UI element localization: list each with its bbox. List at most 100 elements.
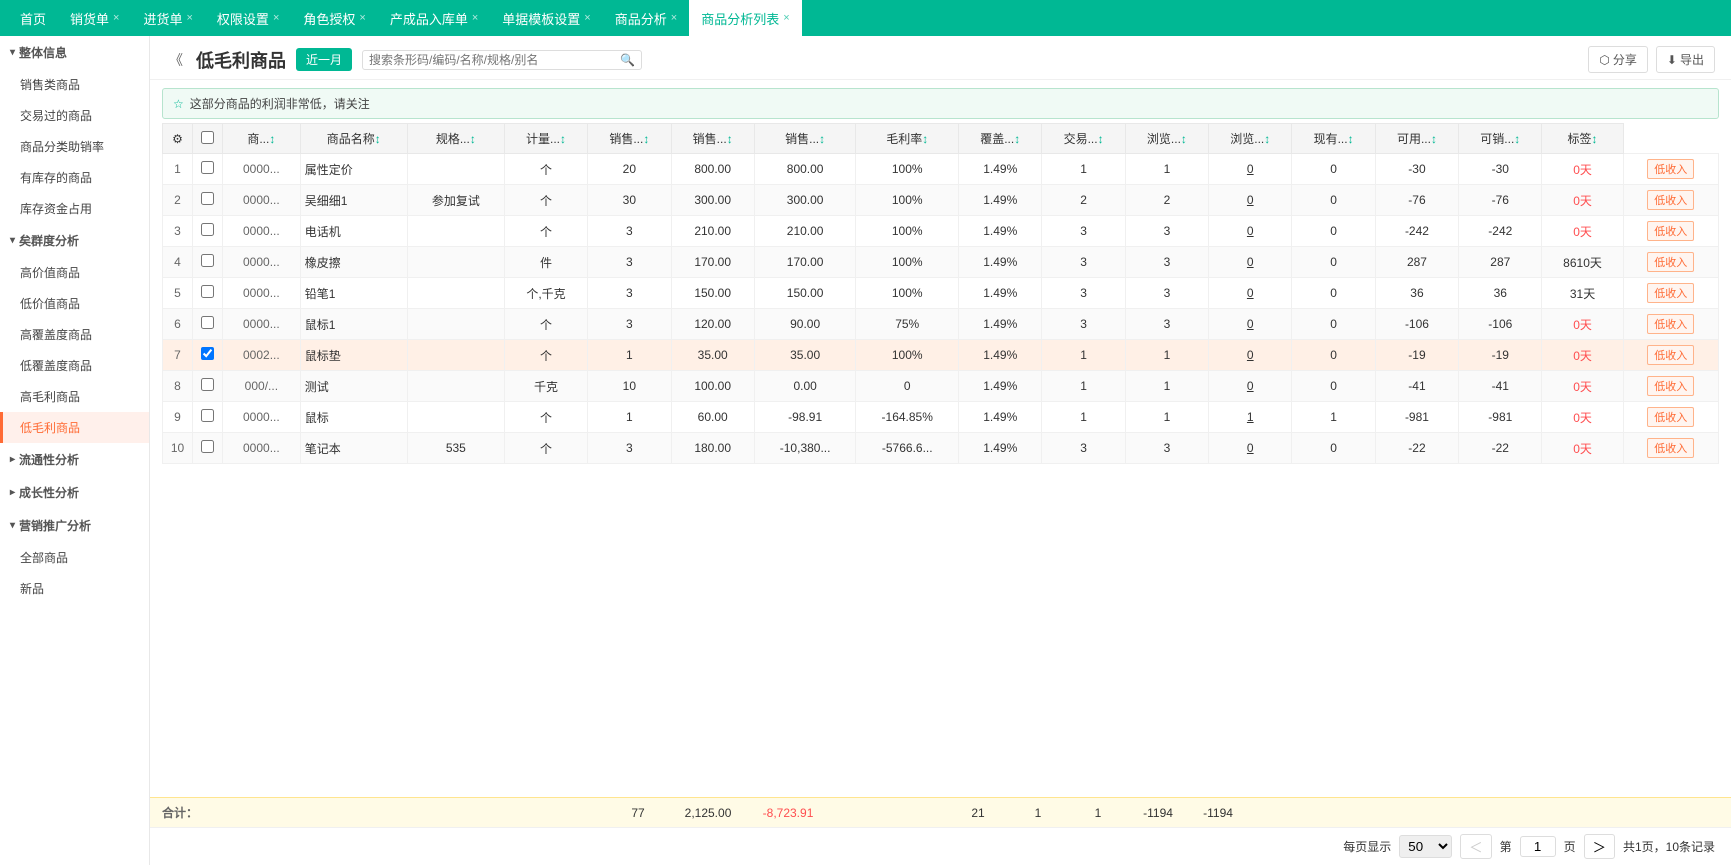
table-row[interactable]: 1 0000... 属性定价 个 20 800.00 800.00 100% 1… [163,154,1719,185]
row-checkbox-9[interactable] [201,440,214,453]
collapse-sidebar-button[interactable]: 《 [166,50,186,70]
row-unit-8: 个 [504,402,587,433]
nav-permission-close[interactable]: × [273,12,279,24]
sidebar-item-low-coverage[interactable]: 低覆盖度商品 [0,350,149,381]
export-button[interactable]: ⬇ 导出 [1656,46,1715,73]
row-browse1-3[interactable]: 0 [1209,247,1292,278]
sidebar-group-marketing[interactable]: ▾ 营销推广分析 [0,509,149,542]
nav-template-setting-close[interactable]: × [584,12,590,24]
sidebar-item-high-margin[interactable]: 高毛利商品 [0,381,149,412]
table-row[interactable]: 3 0000... 电话机 个 3 210.00 210.00 100% 1.4… [163,216,1719,247]
share-button[interactable]: ⬡ 分享 [1588,46,1648,73]
search-input[interactable] [369,53,620,67]
row-name-4[interactable]: 铅笔1 [300,278,407,309]
table-row[interactable]: 2 0000... 吴细细1 参加复试 个 30 300.00 300.00 1… [163,185,1719,216]
row-name-3[interactable]: 橡皮擦 [300,247,407,278]
row-check-8[interactable] [193,402,223,433]
filter-period-button[interactable]: 近一月 [296,48,352,71]
row-browse1-8[interactable]: 1 [1209,402,1292,433]
page-number-input[interactable] [1520,836,1556,857]
row-check-6[interactable] [193,340,223,371]
nav-product-entry[interactable]: 产成品入库单 × [378,0,490,36]
table-row[interactable]: 5 0000... 铅笔1 个,千克 3 150.00 150.00 100% … [163,278,1719,309]
sidebar-item-all-products[interactable]: 全部商品 [0,542,149,573]
next-page-button[interactable]: ＞ [1584,834,1615,859]
per-page-select[interactable]: 50 100 200 [1399,835,1452,858]
row-name-2[interactable]: 电话机 [300,216,407,247]
table-row[interactable]: 4 0000... 橡皮擦 件 3 170.00 170.00 100% 1.4… [163,247,1719,278]
nav-product-entry-close[interactable]: × [472,12,478,24]
row-checkbox-4[interactable] [201,285,214,298]
sidebar-item-traded-products[interactable]: 交易过的商品 [0,100,149,131]
sidebar-group-growth[interactable]: ▸ 成长性分析 [0,476,149,509]
nav-product-analysis-close[interactable]: × [671,12,677,24]
prev-page-button[interactable]: ＜ [1460,834,1491,859]
row-name-0[interactable]: 属性定价 [300,154,407,185]
nav-template-setting[interactable]: 单据模板设置 × [490,0,602,36]
sidebar-item-high-coverage[interactable]: 高覆盖度商品 [0,319,149,350]
nav-sales-order[interactable]: 销货单 × [58,0,131,36]
table-row[interactable]: 6 0000... 鼠标1 个 3 120.00 90.00 75% 1.49%… [163,309,1719,340]
nav-product-analysis[interactable]: 商品分析 × [603,0,689,36]
sidebar-group-overall[interactable]: ▾ 整体信息 [0,36,149,69]
table-container[interactable]: ⚙ 商...↕ 商品名称↕ 规格...↕ 计量...↕ 销售...↕ 销售...… [150,123,1731,797]
nav-purchase-order-close[interactable]: × [186,12,192,24]
nav-role-auth-close[interactable]: × [359,12,365,24]
row-checkbox-1[interactable] [201,192,214,205]
sidebar-item-sales-products[interactable]: 销售类商品 [0,69,149,100]
search-icon[interactable]: 🔍 [620,53,635,67]
nav-home[interactable]: 首页 [8,0,58,36]
row-browse1-2[interactable]: 0 [1209,216,1292,247]
row-browse1-4[interactable]: 0 [1209,278,1292,309]
row-name-6[interactable]: 鼠标垫 [300,340,407,371]
row-checkbox-5[interactable] [201,316,214,329]
row-check-4[interactable] [193,278,223,309]
sidebar-item-category-rate[interactable]: 商品分类助销率 [0,131,149,162]
sidebar-item-stocked-products[interactable]: 有库存的商品 [0,162,149,193]
table-row[interactable]: 8 000/... 测试 千克 10 100.00 0.00 0 1.49% 1… [163,371,1719,402]
nav-sales-order-close[interactable]: × [113,12,119,24]
sidebar-item-stock-capital[interactable]: 库存资金占用 [0,193,149,224]
row-check-3[interactable] [193,247,223,278]
row-browse1-0[interactable]: 0 [1209,154,1292,185]
row-check-7[interactable] [193,371,223,402]
row-check-5[interactable] [193,309,223,340]
nav-purchase-order[interactable]: 进货单 × [131,0,204,36]
select-all-checkbox[interactable] [201,131,214,144]
sidebar-group-liquidity[interactable]: ▸ 流通性分析 [0,443,149,476]
row-checkbox-6[interactable] [201,347,214,360]
table-row[interactable]: 10 0000... 笔记本 535 个 3 180.00 -10,380...… [163,433,1719,464]
nav-product-analysis-list[interactable]: 商品分析列表 × [689,0,801,36]
row-browse1-7[interactable]: 0 [1209,371,1292,402]
row-check-0[interactable] [193,154,223,185]
sidebar-group-cluster[interactable]: ▾ 矣群度分析 [0,224,149,257]
nav-product-analysis-list-close[interactable]: × [783,12,789,24]
table-row[interactable]: 9 0000... 鼠标 个 1 60.00 -98.91 -164.85% 1… [163,402,1719,433]
nav-permission[interactable]: 权限设置 × [205,0,291,36]
row-checkbox-2[interactable] [201,223,214,236]
row-name-7[interactable]: 测试 [300,371,407,402]
row-checkbox-0[interactable] [201,161,214,174]
row-browse1-6[interactable]: 0 [1209,340,1292,371]
sidebar-item-low-value[interactable]: 低价值商品 [0,288,149,319]
row-checkbox-7[interactable] [201,378,214,391]
sidebar-item-new-products[interactable]: 新品 [0,573,149,604]
row-check-9[interactable] [193,433,223,464]
row-browse1-5[interactable]: 0 [1209,309,1292,340]
row-browse1-9[interactable]: 0 [1209,433,1292,464]
row-check-1[interactable] [193,185,223,216]
row-check-2[interactable] [193,216,223,247]
sidebar-item-low-margin[interactable]: 低毛利商品 [0,412,149,443]
col-checkbox[interactable] [193,124,223,154]
row-browse1-1[interactable]: 0 [1209,185,1292,216]
row-name-1[interactable]: 吴细细1 [300,185,407,216]
nav-role-auth[interactable]: 角色授权 × [291,0,377,36]
row-name-9[interactable]: 笔记本 [300,433,407,464]
table-row[interactable]: 7 0002... 鼠标垫 个 1 35.00 35.00 100% 1.49%… [163,340,1719,371]
row-checkbox-3[interactable] [201,254,214,267]
col-settings[interactable]: ⚙ [163,124,193,154]
row-checkbox-8[interactable] [201,409,214,422]
row-name-8[interactable]: 鼠标 [300,402,407,433]
sidebar-item-high-value[interactable]: 高价值商品 [0,257,149,288]
row-name-5[interactable]: 鼠标1 [300,309,407,340]
